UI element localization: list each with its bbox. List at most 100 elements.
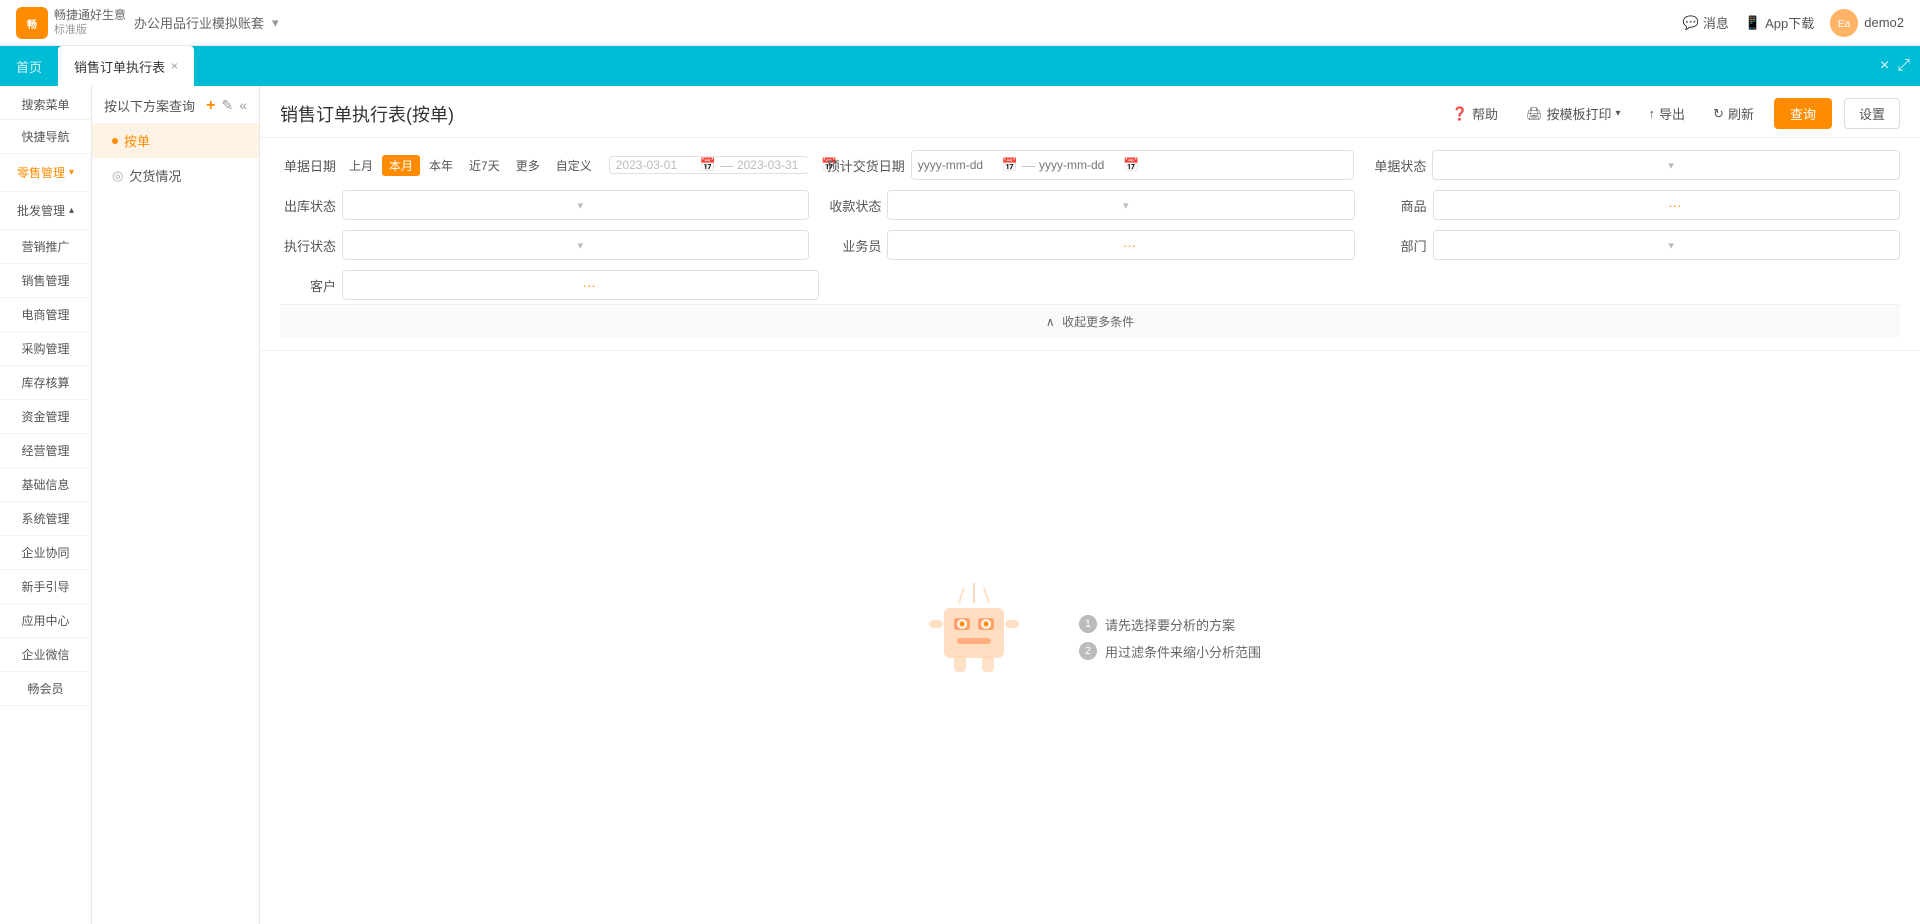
sidebar-item-label: 库存核算 bbox=[21, 374, 69, 391]
date-tab-custom[interactable]: 自定义 bbox=[549, 155, 599, 176]
collapse-chevron-icon: ∧ bbox=[1046, 315, 1055, 329]
salesperson-select-icon: ··· bbox=[1123, 238, 1346, 253]
expected-date-range-input[interactable]: 📅 — 📅 bbox=[911, 150, 1355, 180]
left-panel-item-shortage[interactable]: ◎ 欠货情况 bbox=[92, 158, 259, 193]
status-select[interactable]: ▾ bbox=[1432, 150, 1900, 180]
sidebar-item-base-info[interactable]: 基础信息 bbox=[0, 468, 91, 502]
main-layout: 搜索菜单 快捷导航 零售管理 ▾ 批发管理 ▴ 营销推广 销售管理 电商管理 采… bbox=[0, 86, 1920, 924]
customer-input[interactable]: ··· bbox=[342, 270, 819, 300]
svg-text:畅: 畅 bbox=[27, 18, 37, 31]
sidebar-item-business[interactable]: 经营管理 bbox=[0, 434, 91, 468]
sidebar-search-section: 搜索菜单 bbox=[0, 86, 91, 120]
left-panel-item-order[interactable]: 按单 bbox=[92, 123, 259, 158]
department-select[interactable]: ▾ bbox=[1433, 230, 1900, 260]
breadcrumb[interactable]: 办公用品行业模拟账套 ▾ bbox=[134, 13, 279, 32]
sidebar-item-label: 新手引导 bbox=[21, 578, 69, 595]
date-end-input[interactable] bbox=[737, 158, 817, 172]
left-panel-title: 按以下方案查询 bbox=[104, 96, 195, 115]
customer-label: 客户 bbox=[280, 276, 336, 295]
download-icon: 📱 bbox=[1745, 15, 1761, 31]
add-plan-icon[interactable]: + bbox=[206, 97, 215, 115]
salesperson-cell: 业务员 ··· bbox=[825, 230, 1354, 260]
salesperson-input[interactable]: ··· bbox=[887, 230, 1354, 260]
date-tab-more[interactable]: 更多 bbox=[509, 155, 547, 176]
page-header-actions: ❓ 帮助 🖨 按模板打印 ▾ ↑ 导出 ↻ bbox=[1444, 98, 1900, 129]
user-menu-button[interactable]: Ea demo2 bbox=[1830, 9, 1904, 37]
execution-status-label: 执行状态 bbox=[280, 236, 336, 255]
sidebar-item-sales[interactable]: 销售管理 bbox=[0, 264, 91, 298]
expected-date-cell: 预计交货日期 📅 — 📅 bbox=[825, 150, 1355, 180]
department-cell: 部门 ▾ bbox=[1371, 230, 1900, 260]
sidebar-item-app-center[interactable]: 应用中心 bbox=[0, 604, 91, 638]
collapse-panel-icon[interactable]: « bbox=[239, 97, 247, 115]
settings-button[interactable]: 设置 bbox=[1844, 98, 1900, 129]
sidebar-item-inventory[interactable]: 库存核算 bbox=[0, 366, 91, 400]
sidebar-item-ecommerce[interactable]: 电商管理 bbox=[0, 298, 91, 332]
sidebar-item-finance[interactable]: 资金管理 bbox=[0, 400, 91, 434]
payment-dropdown-icon: ▾ bbox=[1123, 199, 1346, 212]
date-label: 单据日期 bbox=[280, 156, 336, 175]
expected-date-start-input[interactable] bbox=[918, 158, 998, 172]
date-tab-7days[interactable]: 近7天 bbox=[462, 155, 507, 176]
collapse-bar[interactable]: ∧ 收起更多条件 bbox=[280, 304, 1900, 338]
sidebar-item-purchase[interactable]: 采购管理 bbox=[0, 332, 91, 366]
sidebar-item-label: 资金管理 bbox=[21, 408, 69, 425]
date-tab-this-month[interactable]: 本月 bbox=[382, 155, 420, 176]
sidebar-item-quick-nav[interactable]: 快捷导航 bbox=[0, 120, 91, 154]
sidebar-item-marketing[interactable]: 营销推广 bbox=[0, 230, 91, 264]
date-tabs-group: 上月 本月 本年 近7天 更多 自定义 bbox=[342, 155, 599, 176]
left-panel: 按以下方案查询 + ✎ « 按单 ◎ 欠货情况 bbox=[92, 86, 260, 924]
page-header: 销售订单执行表(按单) ❓ 帮助 🖨 按模板打印 ▾ ↑ bbox=[260, 86, 1920, 138]
sidebar-item-wholesale[interactable]: 批发管理 ▴ bbox=[0, 192, 91, 230]
refresh-button[interactable]: ↻ 刷新 bbox=[1705, 100, 1762, 127]
date-range-input[interactable]: 📅 — 📅 bbox=[609, 156, 809, 174]
export-button[interactable]: ↑ 导出 bbox=[1641, 100, 1694, 127]
status-dropdown-icon: ▾ bbox=[1668, 159, 1891, 172]
tab-close-icon[interactable]: × bbox=[171, 59, 178, 73]
sidebar-item-enterprise[interactable]: 企业协同 bbox=[0, 536, 91, 570]
close-window-icon[interactable]: × bbox=[1880, 57, 1889, 75]
date-tab-last-month[interactable]: 上月 bbox=[342, 155, 380, 176]
expected-date-label: 预计交货日期 bbox=[825, 156, 905, 175]
sidebar-item-label: 企业协同 bbox=[21, 544, 69, 561]
sidebar-item-label: 基础信息 bbox=[21, 476, 69, 493]
query-button[interactable]: 查询 bbox=[1774, 98, 1832, 129]
svg-text:Ea: Ea bbox=[1838, 19, 1851, 30]
tab-bar-actions: × ⤢ bbox=[1870, 57, 1920, 75]
template-print-button[interactable]: 🖨 按模板打印 ▾ bbox=[1518, 100, 1629, 127]
app-download-button[interactable]: 📱 App下载 bbox=[1745, 13, 1814, 32]
department-dropdown-icon: ▾ bbox=[1668, 239, 1891, 252]
help-button[interactable]: ❓ 帮助 bbox=[1444, 100, 1506, 127]
empty-steps: 1 请先选择要分析的方案 2 用过滤条件来缩小分析范围 bbox=[1079, 615, 1261, 661]
empty-state: 1 请先选择要分析的方案 2 用过滤条件来缩小分析范围 bbox=[260, 351, 1920, 924]
top-bar-left: 畅 畅捷通好生意 标准版 办公用品行业模拟账套 ▾ bbox=[16, 7, 279, 39]
expected-date-end-input[interactable] bbox=[1039, 158, 1119, 172]
maximize-window-icon[interactable]: ⤢ bbox=[1897, 57, 1910, 75]
execution-status-cell: 执行状态 ▾ bbox=[280, 230, 809, 260]
payment-status-select[interactable]: ▾ bbox=[887, 190, 1354, 220]
content-area: 按以下方案查询 + ✎ « 按单 ◎ 欠货情况 bbox=[92, 86, 1920, 924]
sidebar-item-retail[interactable]: 零售管理 ▾ bbox=[0, 154, 91, 192]
date-start-input[interactable] bbox=[616, 158, 696, 172]
sidebar-item-guide[interactable]: 新手引导 bbox=[0, 570, 91, 604]
shortage-icon: ◎ bbox=[112, 168, 123, 184]
tab-home[interactable]: 首页 bbox=[0, 46, 58, 86]
sidebar-item-member[interactable]: 畅会员 bbox=[0, 672, 91, 706]
salesperson-label: 业务员 bbox=[825, 236, 881, 255]
expand-icon: ▾ bbox=[69, 167, 74, 178]
message-button[interactable]: 💬 消息 bbox=[1683, 13, 1729, 32]
delivery-status-select[interactable]: ▾ bbox=[342, 190, 809, 220]
date-tab-this-year[interactable]: 本年 bbox=[422, 155, 460, 176]
sidebar-item-system[interactable]: 系统管理 bbox=[0, 502, 91, 536]
execution-status-select[interactable]: ▾ bbox=[342, 230, 809, 260]
expand-icon: ▴ bbox=[69, 205, 74, 216]
sidebar-item-label: 畅会员 bbox=[27, 680, 63, 697]
edit-plan-icon[interactable]: ✎ bbox=[221, 97, 233, 115]
left-panel-header: 按以下方案查询 + ✎ « bbox=[92, 86, 259, 123]
tab-sales-order[interactable]: 销售订单执行表 × bbox=[58, 46, 194, 86]
expected-calendar-end-icon: 📅 bbox=[1123, 157, 1139, 173]
sidebar-item-wechat[interactable]: 企业微信 bbox=[0, 638, 91, 672]
sidebar-item-label: 零售管理 bbox=[17, 164, 65, 181]
goods-input[interactable]: ··· bbox=[1433, 190, 1900, 220]
sidebar-item-label: 采购管理 bbox=[21, 340, 69, 357]
